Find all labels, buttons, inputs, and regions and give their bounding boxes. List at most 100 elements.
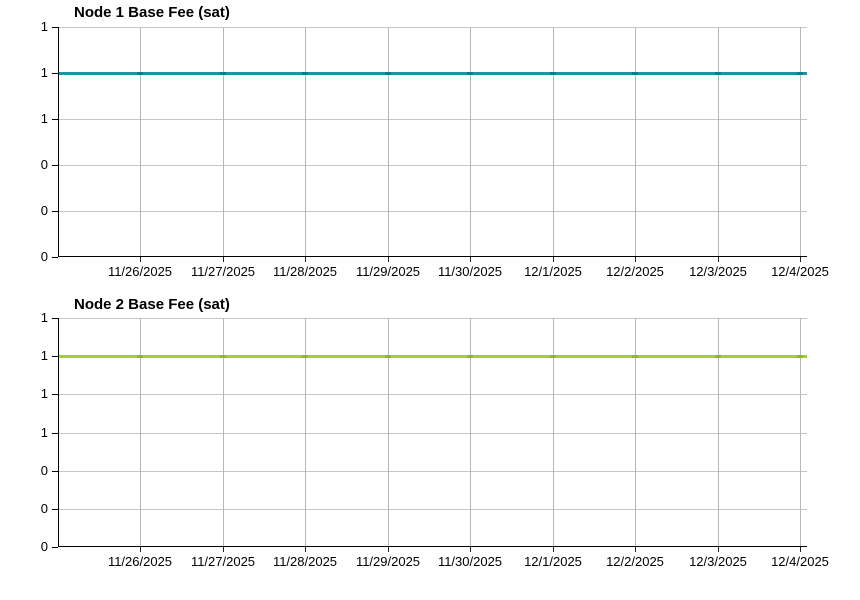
h-gridline [58, 119, 807, 120]
x-tick-label: 12/1/2025 [524, 264, 582, 279]
v-gridline [553, 27, 554, 257]
y-tick-label: 1 [40, 348, 48, 363]
x-tick-label: 12/2/2025 [606, 264, 664, 279]
v-gridline [470, 27, 471, 257]
data-point-marker [632, 355, 638, 358]
chart-node-2-base-fee: Node 2 Base Fee (sat) 1 1 1 1 0 0 0 11/26/2025 1… [0, 292, 860, 600]
v-gridline [718, 27, 719, 257]
y-axis-line [58, 318, 59, 547]
x-tick-mark [635, 547, 636, 552]
data-point-marker [220, 72, 226, 75]
x-tick-mark [470, 547, 471, 552]
y-axis-line [58, 27, 59, 257]
h-gridline [58, 471, 807, 472]
data-point-marker [550, 72, 556, 75]
v-gridline [388, 27, 389, 257]
data-point-marker [550, 355, 556, 358]
data-point-marker [715, 355, 721, 358]
x-tick-label: 12/3/2025 [689, 264, 747, 279]
x-tick-mark [388, 547, 389, 552]
y-tick-label: 0 [40, 463, 48, 478]
v-gridline [223, 318, 224, 547]
data-point-marker [302, 72, 308, 75]
x-tick-label: 11/30/2025 [437, 264, 503, 279]
data-point-marker [797, 72, 803, 75]
y-tick-label: 1 [40, 425, 48, 440]
data-point-marker [467, 355, 473, 358]
x-tick-mark [553, 257, 554, 262]
v-gridline [305, 27, 306, 257]
x-tick-mark [470, 257, 471, 262]
v-gridline [635, 318, 636, 547]
chart-node-1-base-fee: Node 1 Base Fee (sat) 1 1 1 0 0 0 11/26/2025 11… [0, 0, 860, 292]
h-gridline [58, 211, 807, 212]
v-gridline [140, 27, 141, 257]
x-tick-mark [388, 257, 389, 262]
x-tick-mark [553, 547, 554, 552]
data-point-marker [220, 355, 226, 358]
x-tick-label: 12/4/2025 [771, 264, 829, 279]
x-tick-mark [718, 547, 719, 552]
y-tick-label: 1 [40, 65, 48, 80]
x-tick-label: 11/28/2025 [272, 554, 338, 569]
h-gridline [58, 433, 807, 434]
y-tick-label: 1 [40, 386, 48, 401]
y-tick-label: 1 [40, 19, 48, 34]
h-gridline [58, 509, 807, 510]
x-tick-label: 11/30/2025 [437, 554, 503, 569]
y-tick-label: 0 [40, 249, 48, 264]
h-gridline [58, 165, 807, 166]
x-tick-mark [140, 257, 141, 262]
x-tick-label: 12/2/2025 [606, 554, 664, 569]
v-gridline [635, 27, 636, 257]
data-point-marker [385, 72, 391, 75]
data-point-marker [797, 355, 803, 358]
h-gridline [58, 318, 807, 319]
x-tick-mark [718, 257, 719, 262]
data-point-marker [632, 72, 638, 75]
x-tick-label: 11/28/2025 [272, 264, 338, 279]
y-tick-mark [52, 257, 58, 258]
data-point-marker [302, 355, 308, 358]
data-point-marker [715, 72, 721, 75]
x-axis-line [58, 546, 807, 547]
x-tick-label: 12/3/2025 [689, 554, 747, 569]
y-tick-label: 0 [40, 203, 48, 218]
plot-area [58, 27, 807, 257]
x-axis-line [58, 256, 807, 257]
x-tick-label: 11/29/2025 [355, 554, 421, 569]
x-tick-label: 12/1/2025 [524, 554, 582, 569]
v-gridline [800, 318, 801, 547]
v-gridline [800, 27, 801, 257]
x-tick-mark [223, 547, 224, 552]
series-line [58, 355, 807, 358]
v-gridline [718, 318, 719, 547]
h-gridline [58, 394, 807, 395]
data-point-marker [137, 72, 143, 75]
v-gridline [553, 318, 554, 547]
x-tick-mark [800, 547, 801, 552]
x-tick-label: 11/27/2025 [190, 264, 256, 279]
x-tick-mark [223, 257, 224, 262]
x-tick-label: 11/26/2025 [107, 554, 173, 569]
v-gridline [388, 318, 389, 547]
report-canvas: Node 1 Base Fee (sat) 1 1 1 0 0 0 11/26/2025 11… [0, 0, 860, 600]
y-tick-mark [52, 547, 58, 548]
h-gridline [58, 27, 807, 28]
v-gridline [140, 318, 141, 547]
data-point-marker [137, 355, 143, 358]
chart-title: Node 2 Base Fee (sat) [74, 296, 230, 313]
x-tick-label: 11/26/2025 [107, 264, 173, 279]
y-tick-label: 0 [40, 157, 48, 172]
data-point-marker [467, 72, 473, 75]
x-tick-mark [305, 257, 306, 262]
y-tick-label: 1 [40, 111, 48, 126]
y-tick-label: 0 [40, 539, 48, 554]
x-tick-label: 11/27/2025 [190, 554, 256, 569]
v-gridline [223, 27, 224, 257]
series-line [58, 72, 807, 75]
v-gridline [470, 318, 471, 547]
v-gridline [305, 318, 306, 547]
chart-title: Node 1 Base Fee (sat) [74, 4, 230, 21]
x-tick-mark [305, 547, 306, 552]
